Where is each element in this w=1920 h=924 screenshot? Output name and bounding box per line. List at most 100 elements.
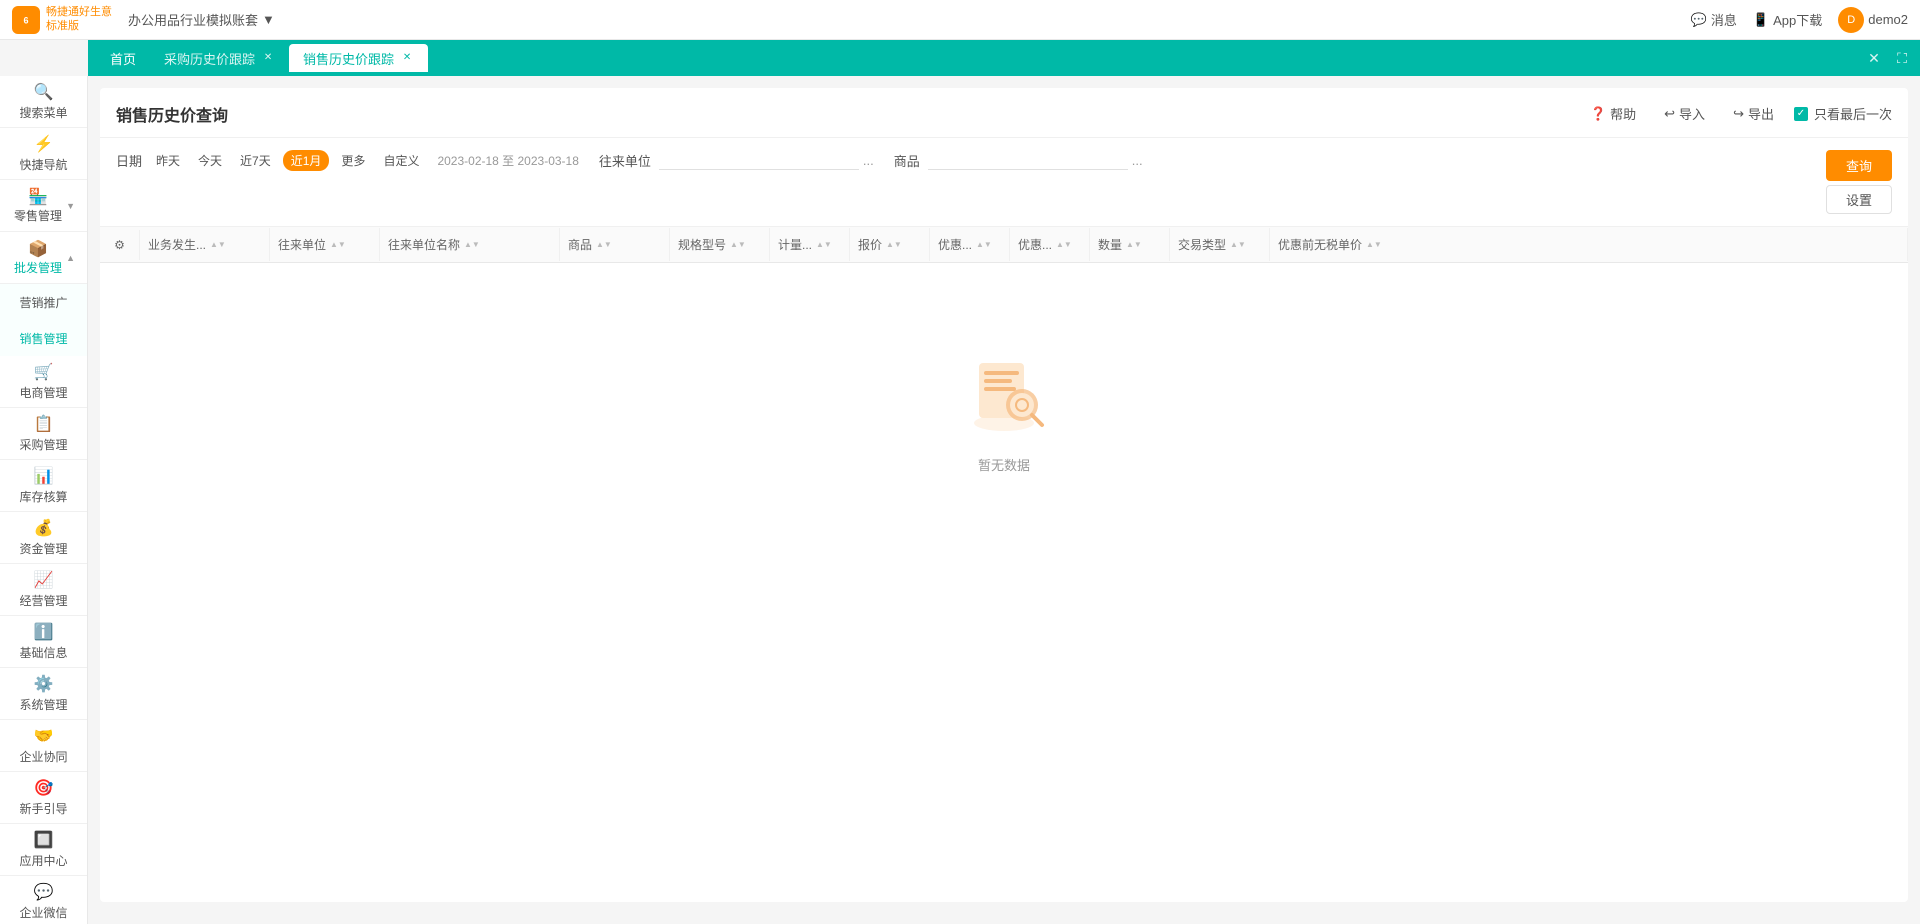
table-header: ⚙ 业务发生... ▲▼ 往来单位 ▲▼ 往来单位名称 ▲▼ bbox=[100, 227, 1908, 263]
date-opt-more[interactable]: 更多 bbox=[335, 150, 371, 171]
goods-label: 商品 bbox=[894, 151, 920, 170]
app-selector[interactable]: 办公用品行业模拟账套 ▼ bbox=[120, 6, 283, 33]
layout: 🔍 搜索菜单 ⚡ 快捷导航 🏪 零售管理 ▼ 📦 批发管理 ▲ 营销推广 销售管… bbox=[0, 76, 1920, 924]
inventory-icon: 📊 bbox=[34, 466, 54, 486]
sidebar-sub-item-marketing[interactable]: 营销推广 bbox=[0, 284, 87, 320]
th-no-tax-price[interactable]: 优惠前无税单价 ▲▼ bbox=[1270, 228, 1908, 261]
th-price[interactable]: 报价 ▲▼ bbox=[850, 228, 930, 261]
tab-close-all-btn[interactable]: ✕ bbox=[1864, 48, 1884, 68]
finance-icon: 💰 bbox=[34, 518, 54, 538]
sort-icon-business: ▲▼ bbox=[210, 240, 226, 249]
tab-sales-history-close[interactable]: ✕ bbox=[400, 51, 414, 65]
chevron-up-icon: ▲ bbox=[66, 253, 75, 263]
sidebar-item-search[interactable]: 🔍 搜索菜单 bbox=[0, 76, 87, 128]
import-btn[interactable]: ↩ 导入 bbox=[1656, 100, 1713, 127]
date-opt-today[interactable]: 今天 bbox=[192, 150, 228, 171]
partner-input[interactable] bbox=[659, 150, 859, 170]
sidebar-item-shortcut[interactable]: ⚡ 快捷导航 bbox=[0, 128, 87, 180]
sidebar-item-purchase[interactable]: 📋 采购管理 bbox=[0, 408, 87, 460]
th-trade-type[interactable]: 交易类型 ▲▼ bbox=[1170, 228, 1270, 261]
wholesale-icon: 📦 bbox=[28, 239, 48, 259]
partner-dots[interactable]: ... bbox=[863, 153, 874, 168]
tab-purchase-history-close[interactable]: ✕ bbox=[261, 51, 275, 65]
ecommerce-icon: 🛒 bbox=[34, 362, 54, 382]
download-icon: 📱 bbox=[1753, 12, 1769, 28]
sidebar-item-guide[interactable]: 🎯 新手引导 bbox=[0, 772, 87, 824]
sidebar-item-wechat[interactable]: 💬 企业微信 bbox=[0, 876, 87, 924]
goods-dots[interactable]: ... bbox=[1132, 153, 1143, 168]
date-opt-last7[interactable]: 近7天 bbox=[234, 150, 277, 171]
sort-icon-trade: ▲▼ bbox=[1230, 240, 1246, 249]
settings-button[interactable]: 设置 bbox=[1826, 185, 1892, 214]
sidebar-item-ecommerce[interactable]: 🛒 电商管理 bbox=[0, 356, 87, 408]
sidebar-item-finance[interactable]: 💰 资金管理 bbox=[0, 512, 87, 564]
sidebar-item-basic[interactable]: ℹ️ 基础信息 bbox=[0, 616, 87, 668]
gear-icon: ⚙ bbox=[114, 238, 125, 252]
logo-icon: 6 bbox=[12, 6, 40, 34]
goods-input[interactable] bbox=[928, 150, 1128, 170]
help-btn[interactable]: ❓ 帮助 bbox=[1582, 100, 1644, 127]
tab-purchase-history[interactable]: 采购历史价跟踪 ✕ bbox=[150, 44, 289, 72]
only-last-checkbox-area[interactable]: ✓ 只看最后一次 bbox=[1794, 104, 1892, 123]
import-icon: ↩ bbox=[1664, 106, 1675, 122]
th-partner-name[interactable]: 往来单位名称 ▲▼ bbox=[380, 228, 560, 261]
chevron-down-icon: ▼ bbox=[262, 12, 275, 27]
date-label: 日期 bbox=[116, 151, 142, 170]
page-title: 销售历史价查询 bbox=[116, 102, 228, 126]
partner-label: 往来单位 bbox=[599, 151, 651, 170]
tab-bar: 首页 采购历史价跟踪 ✕ 销售历史价跟踪 ✕ ✕ ⛶ bbox=[88, 40, 1920, 76]
empty-text: 暂无数据 bbox=[978, 455, 1030, 474]
sort-icon-spec: ▲▼ bbox=[730, 240, 746, 249]
th-unit[interactable]: 计量... ▲▼ bbox=[770, 228, 850, 261]
tab-sales-history[interactable]: 销售历史价跟踪 ✕ bbox=[289, 44, 428, 72]
th-goods[interactable]: 商品 ▲▼ bbox=[560, 228, 670, 261]
th-discount2[interactable]: 优惠... ▲▼ bbox=[1010, 228, 1090, 261]
tab-home[interactable]: 首页 bbox=[96, 44, 150, 72]
app-download-btn[interactable]: 📱 App下载 bbox=[1753, 10, 1822, 29]
sidebar-item-operation[interactable]: 📈 经营管理 bbox=[0, 564, 87, 616]
date-options: 昨天 今天 近7天 近1月 更多 自定义 bbox=[150, 150, 425, 171]
page-container: 销售历史价查询 ❓ 帮助 ↩ 导入 ↪ 导出 ✓ bbox=[100, 88, 1908, 902]
retail-icon: 🏪 bbox=[28, 187, 48, 207]
shortcut-icon: ⚡ bbox=[34, 134, 54, 154]
date-opt-custom[interactable]: 自定义 bbox=[377, 150, 425, 171]
date-opt-last1m[interactable]: 近1月 bbox=[283, 150, 330, 171]
page-actions: ❓ 帮助 ↩ 导入 ↪ 导出 ✓ 只看最后一次 bbox=[1582, 100, 1892, 127]
tab-bar-right: ✕ ⛶ bbox=[1864, 48, 1912, 68]
svg-text:6: 6 bbox=[23, 15, 28, 25]
query-button[interactable]: 查询 bbox=[1826, 150, 1892, 181]
sidebar-item-inventory[interactable]: 📊 库存核算 bbox=[0, 460, 87, 512]
chevron-right-icon: ▼ bbox=[66, 201, 75, 211]
filter-area: 日期 昨天 今天 近7天 近1月 更多 自定义 2023-02-18 至 202… bbox=[100, 138, 1908, 227]
search-icon: 🔍 bbox=[34, 82, 54, 102]
message-icon: 💬 bbox=[1691, 12, 1707, 28]
sidebar-item-retail[interactable]: 🏪 零售管理 ▼ bbox=[0, 180, 87, 232]
message-btn[interactable]: 💬 消息 bbox=[1691, 10, 1737, 29]
tab-maximize-btn[interactable]: ⛶ bbox=[1892, 48, 1912, 68]
sidebar-item-wholesale[interactable]: 📦 批发管理 ▲ bbox=[0, 232, 87, 284]
th-discount1[interactable]: 优惠... ▲▼ bbox=[930, 228, 1010, 261]
avatar: D bbox=[1838, 7, 1864, 33]
sidebar-item-system[interactable]: ⚙️ 系统管理 bbox=[0, 668, 87, 720]
sidebar-sub-item-sales-mgmt[interactable]: 销售管理 bbox=[0, 320, 87, 356]
date-opt-yesterday[interactable]: 昨天 bbox=[150, 150, 186, 171]
goods-filter-row: 商品 ... bbox=[894, 150, 1143, 170]
partner-filter-row: 往来单位 ... bbox=[599, 150, 874, 170]
only-last-checkbox[interactable]: ✓ bbox=[1794, 107, 1808, 121]
enterprise-icon: 🤝 bbox=[34, 726, 54, 746]
th-gear[interactable]: ⚙ bbox=[100, 230, 140, 260]
user-avatar-area[interactable]: D demo2 bbox=[1838, 7, 1908, 33]
sidebar-item-app-center[interactable]: 🔲 应用中心 bbox=[0, 824, 87, 876]
filter-actions: 查询 设置 bbox=[1826, 150, 1892, 214]
th-partner[interactable]: 往来单位 ▲▼ bbox=[270, 228, 380, 261]
export-btn[interactable]: ↪ 导出 bbox=[1725, 100, 1782, 127]
sidebar-item-enterprise[interactable]: 🤝 企业协同 bbox=[0, 720, 87, 772]
main-content: 销售历史价查询 ❓ 帮助 ↩ 导入 ↪ 导出 ✓ bbox=[88, 76, 1920, 924]
th-business[interactable]: 业务发生... ▲▼ bbox=[140, 228, 270, 261]
th-spec[interactable]: 规格型号 ▲▼ bbox=[670, 228, 770, 261]
sort-icon-discount1: ▲▼ bbox=[976, 240, 992, 249]
sort-icon-no-tax: ▲▼ bbox=[1366, 240, 1382, 249]
page-header: 销售历史价查询 ❓ 帮助 ↩ 导入 ↪ 导出 ✓ bbox=[100, 88, 1908, 138]
th-qty[interactable]: 数量 ▲▼ bbox=[1090, 228, 1170, 261]
purchase-icon: 📋 bbox=[34, 414, 54, 434]
